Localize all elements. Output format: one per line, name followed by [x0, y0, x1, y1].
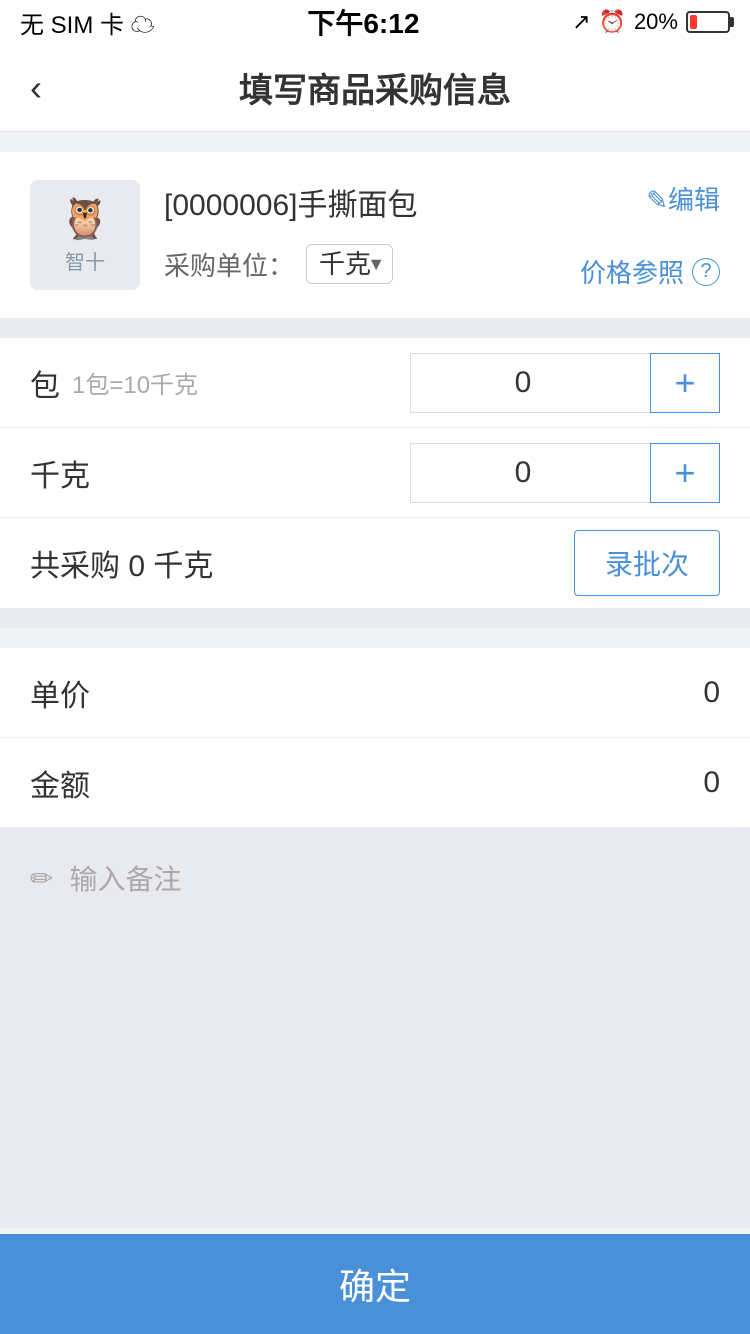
price-ref-link[interactable]: 价格参照 ?: [580, 253, 720, 290]
bag-label: 包 1包=10千克: [30, 361, 198, 405]
location-icon: ↗: [572, 9, 590, 35]
unit-price-value: 0: [703, 676, 720, 710]
status-time: 下午6:12: [307, 2, 419, 42]
amount-value: 0: [703, 766, 720, 800]
price-ref-icon: ?: [692, 258, 720, 286]
section-divider-2: [0, 608, 750, 628]
kg-label: 千克: [30, 451, 90, 495]
edit-link[interactable]: ✎编辑: [646, 180, 720, 217]
total-label: 共采购 0 千克: [30, 541, 213, 585]
product-card: 🦉 智十 [0000006]手撕面包 采购单位： 千克 ✎编辑 价格参照 ?: [0, 152, 750, 318]
unit-price-row: 单价 0: [0, 648, 750, 738]
product-owl-icon: 🦉: [60, 195, 110, 242]
battery-icon: [686, 11, 730, 33]
battery-percent: 20%: [634, 9, 678, 35]
alarm-icon: ⏰: [599, 9, 626, 35]
kg-input-row: 千克 +: [0, 428, 750, 518]
bag-plus-button[interactable]: +: [650, 353, 720, 413]
back-button[interactable]: ‹: [30, 67, 42, 109]
kg-input-right: +: [410, 443, 720, 503]
status-left: 无 SIM 卡 ☁: [20, 5, 155, 40]
bag-sublabel: 1包=10千克: [72, 365, 198, 400]
bag-input-row: 包 1包=10千克 +: [0, 338, 750, 428]
unit-select-wrapper[interactable]: 千克: [306, 244, 393, 284]
section-divider-1: [0, 318, 750, 338]
unit-price-label: 单价: [30, 671, 90, 715]
note-icon: ✏: [30, 862, 53, 895]
record-batch-button[interactable]: 录批次: [574, 530, 720, 596]
status-bar: 无 SIM 卡 ☁ 下午6:12 ↗ ⏰ 20%: [0, 0, 750, 44]
product-image: 🦉 智十: [30, 180, 140, 290]
total-row: 共采购 0 千克 录批次: [0, 518, 750, 608]
input-section: 包 1包=10千克 + 千克 + 共采购 0 千克 录批次: [0, 338, 750, 608]
bottom-area: [0, 928, 750, 1228]
nav-bar: ‹ 填写商品采购信息: [0, 44, 750, 132]
product-owl-label: 智十: [65, 246, 105, 275]
amount-label: 金额: [30, 761, 90, 805]
confirm-button[interactable]: 确定: [0, 1234, 750, 1334]
kg-plus-button[interactable]: +: [650, 443, 720, 503]
bag-quantity-input[interactable]: [410, 353, 650, 413]
bag-input-right: +: [410, 353, 720, 413]
note-placeholder: 输入备注: [69, 858, 181, 898]
page-title: 填写商品采购信息: [239, 63, 511, 112]
info-section: 单价 0 金额 0: [0, 648, 750, 828]
status-right: ↗ ⏰ 20%: [572, 9, 730, 35]
unit-label: 采购单位：: [164, 246, 294, 283]
amount-row: 金额 0: [0, 738, 750, 828]
sim-label: 无 SIM 卡 ☁: [20, 5, 155, 40]
battery-fill: [690, 15, 697, 29]
unit-select[interactable]: 千克: [306, 244, 393, 284]
kg-quantity-input[interactable]: [410, 443, 650, 503]
note-section[interactable]: ✏ 输入备注: [0, 828, 750, 928]
product-name: [0000006]手撕面包: [164, 180, 720, 224]
